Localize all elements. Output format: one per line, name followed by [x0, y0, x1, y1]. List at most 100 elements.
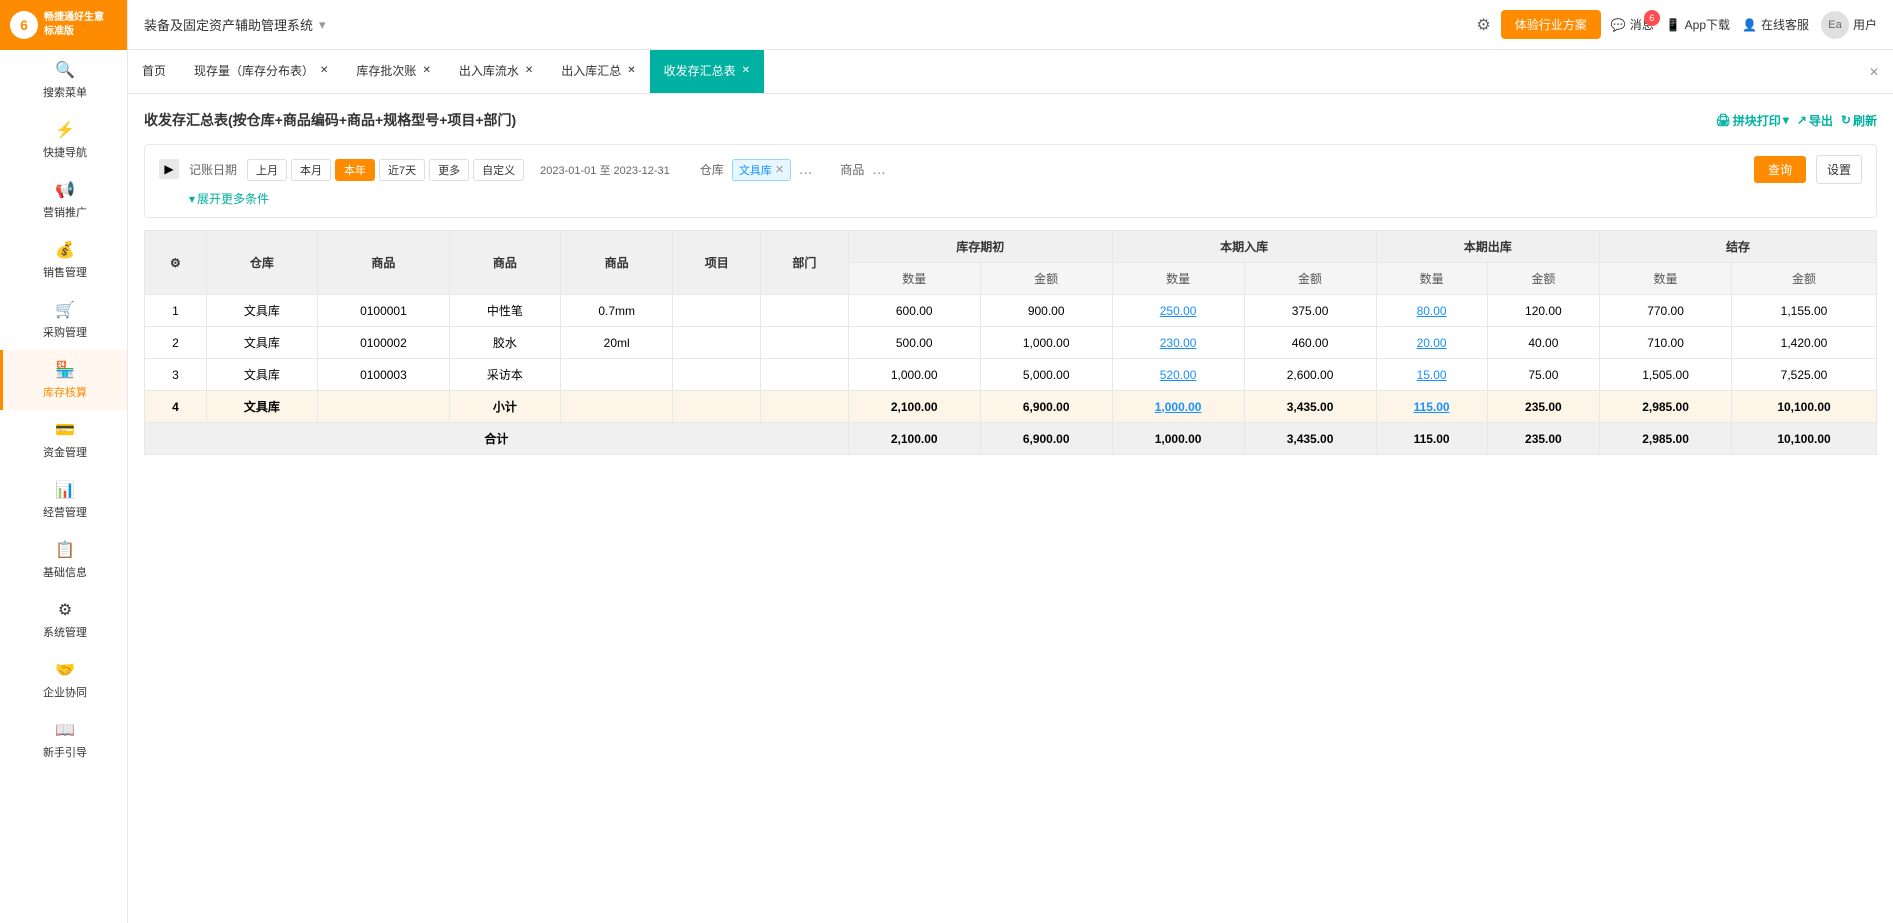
col-warehouse-header: 仓库 — [206, 231, 317, 295]
row-code-3 — [317, 391, 449, 423]
page-title: 收发存汇总表(按仓库+商品编码+商品+规格型号+项目+部门) — [144, 110, 516, 130]
query-button[interactable]: 查询 — [1754, 156, 1806, 183]
sidebar-label-quick_nav: 快捷导航 — [43, 144, 87, 160]
col-out-amt-header: 金额 — [1487, 263, 1599, 295]
sidebar-item-purchase[interactable]: 🛒 采购管理 — [0, 290, 127, 350]
tab-close-flow[interactable]: ✕ — [525, 65, 533, 76]
row-in-amt-1: 460.00 — [1244, 327, 1376, 359]
row-out-qty-2[interactable]: 15.00 — [1376, 359, 1487, 391]
tab-close-batch[interactable]: ✕ — [422, 65, 430, 76]
row-project-0 — [673, 295, 761, 327]
col-spec-header: 商品 — [560, 231, 672, 295]
row-open-amt-2: 5,000.00 — [980, 359, 1112, 391]
tab-close-recv_summary[interactable]: ✕ — [742, 65, 750, 76]
main-area: 装备及固定资产辅助管理系统 ▾ ⚙ 体验行业方案 💬 消息 6 📱 App下载 … — [128, 0, 1893, 923]
row-out-amt-2: 75.00 — [1487, 359, 1599, 391]
trial-button[interactable]: 体验行业方案 — [1501, 10, 1601, 39]
row-balance-amt-2: 7,525.00 — [1732, 359, 1877, 391]
row-in-qty-1[interactable]: 230.00 — [1112, 327, 1244, 359]
sidebar-item-collab[interactable]: 🤝企业协同 — [0, 650, 127, 710]
row-out-qty-0[interactable]: 80.00 — [1376, 295, 1487, 327]
tab-flow[interactable]: 出入库流水 ✕ — [445, 50, 547, 93]
row-name-2: 采访本 — [449, 359, 560, 391]
print-button[interactable]: 🖨 拼块打印 ▾ — [1716, 112, 1789, 129]
row-no-3: 4 — [145, 391, 207, 423]
table-wrapper: ⚙ 仓库 商品 商品 商品 项目 部门 库存期初 本期入库 本期出库 结存 — [144, 230, 1877, 455]
row-out-amt-3: 235.00 — [1487, 391, 1599, 423]
row-project-1 — [673, 327, 761, 359]
sidebar-item-inventory[interactable]: 🏪库存核算 — [0, 350, 127, 410]
table-row: 4 文具库 小计 2,100.00 6,900.00 1,000.00 3,43… — [145, 391, 1877, 423]
tab-inventory_dist[interactable]: 现存量（库存分布表）✕ — [180, 50, 342, 93]
settings-icon[interactable]: ⚙ — [1476, 15, 1490, 35]
sidebar-item-finance[interactable]: 💳资金管理 — [0, 410, 127, 470]
tab-batch[interactable]: 库存批次账✕ — [342, 50, 444, 93]
row-in-qty-0[interactable]: 250.00 — [1112, 295, 1244, 327]
app-download-action[interactable]: 📱 App下载 — [1666, 16, 1730, 33]
row-code-2: 0100003 — [317, 359, 449, 391]
chevron-down-icon: ▾ — [1783, 113, 1789, 127]
row-in-qty-3[interactable]: 1,000.00 — [1112, 391, 1244, 423]
filter-area: ▶ 记账日期 上月本月本年近7天更多自定义 2023-01-01 至 2023-… — [144, 144, 1877, 218]
row-balance-qty-1: 710.00 — [1600, 327, 1732, 359]
row-out-qty-3[interactable]: 115.00 — [1376, 391, 1487, 423]
row-balance-amt-0: 1,155.00 — [1732, 295, 1877, 327]
warehouse-tag-close[interactable]: ✕ — [775, 163, 784, 176]
row-open-qty-1: 500.00 — [848, 327, 980, 359]
row-out-qty-1[interactable]: 20.00 — [1376, 327, 1487, 359]
date-btn-本年[interactable]: 本年 — [335, 159, 375, 181]
sidebar-label-purchase: 采购管理 — [43, 324, 87, 340]
warehouse-tag: 文具库 ✕ — [732, 159, 791, 181]
sidebar-item-marketing[interactable]: 📢营销推广 — [0, 170, 127, 230]
refresh-button[interactable]: ↻ 刷新 — [1841, 112, 1877, 129]
sidebar-item-sales[interactable]: 💰销售管理 — [0, 230, 127, 290]
row-spec-2 — [560, 359, 672, 391]
row-spec-1: 20ml — [560, 327, 672, 359]
tab-summary[interactable]: 出入库汇总✕ — [547, 50, 649, 93]
sidebar-item-quick_nav[interactable]: ⚡快捷导航 — [0, 110, 127, 170]
setting-button[interactable]: 设置 — [1816, 155, 1862, 184]
col-code-header: 商品 — [317, 231, 449, 295]
col-settings[interactable]: ⚙ — [145, 231, 207, 295]
tab-close-summary[interactable]: ✕ — [627, 65, 635, 76]
warehouse-more[interactable]: ... — [799, 161, 812, 179]
tab-label-flow: 出入库流水 — [459, 62, 519, 79]
footer-open-qty: 2,100.00 — [848, 423, 980, 455]
message-action[interactable]: 💬 消息 6 — [1611, 16, 1654, 33]
date-btn-更多[interactable]: 更多 — [429, 159, 469, 181]
content-area: 收发存汇总表(按仓库+商品编码+商品+规格型号+项目+部门) 🖨 拼块打印 ▾ … — [128, 94, 1893, 923]
goods-more[interactable]: ... — [872, 161, 885, 179]
tab-close-inventory_dist[interactable]: ✕ — [320, 65, 328, 76]
date-btn-近7天[interactable]: 近7天 — [379, 159, 425, 181]
sidebar-label-base_info: 基础信息 — [43, 564, 87, 580]
online-service-action[interactable]: 👤 在线客服 — [1742, 16, 1809, 33]
sidebar-item-system[interactable]: ⚙系统管理 — [0, 590, 127, 650]
data-table: ⚙ 仓库 商品 商品 商品 项目 部门 库存期初 本期入库 本期出库 结存 — [144, 230, 1877, 455]
page-content: 收发存汇总表(按仓库+商品编码+商品+规格型号+项目+部门) 🖨 拼块打印 ▾ … — [128, 94, 1893, 923]
date-btn-上月[interactable]: 上月 — [247, 159, 287, 181]
footer-label: 合计 — [145, 423, 849, 455]
sidebar-item-base_info[interactable]: 📋基础信息 — [0, 530, 127, 590]
expand-conditions-btn[interactable]: ▾ 展开更多条件 — [189, 190, 1862, 207]
sidebar-item-search[interactable]: 🔍搜索菜单 — [0, 50, 127, 110]
collab-icon: 🤝 — [55, 660, 75, 680]
export-button[interactable]: ↗ 导出 — [1797, 112, 1833, 129]
filter-collapse-btn[interactable]: ▶ — [159, 159, 179, 179]
purchase-icon: 🛒 — [55, 300, 75, 320]
tab-bar-close-btn[interactable]: ✕ — [1855, 53, 1893, 91]
phone-icon: 📱 — [1666, 18, 1681, 32]
row-code-1: 0100002 — [317, 327, 449, 359]
goods-label: 商品 — [840, 161, 864, 178]
tab-home[interactable]: 首页 — [128, 50, 180, 93]
row-warehouse-0: 文具库 — [206, 295, 317, 327]
tab-recv_summary[interactable]: 收发存汇总表✕ — [650, 50, 764, 93]
row-no-1: 2 — [145, 327, 207, 359]
sidebar-item-guide[interactable]: 📖新手引导 — [0, 710, 127, 770]
col-bal-qty-header: 数量 — [1600, 263, 1732, 295]
row-in-qty-2[interactable]: 520.00 — [1112, 359, 1244, 391]
user-action[interactable]: Ea 用户 — [1821, 11, 1877, 39]
sidebar-label-system: 系统管理 — [43, 624, 87, 640]
date-btn-自定义[interactable]: 自定义 — [473, 159, 524, 181]
sidebar-item-operations[interactable]: 📊经营管理 — [0, 470, 127, 530]
date-btn-本月[interactable]: 本月 — [291, 159, 331, 181]
